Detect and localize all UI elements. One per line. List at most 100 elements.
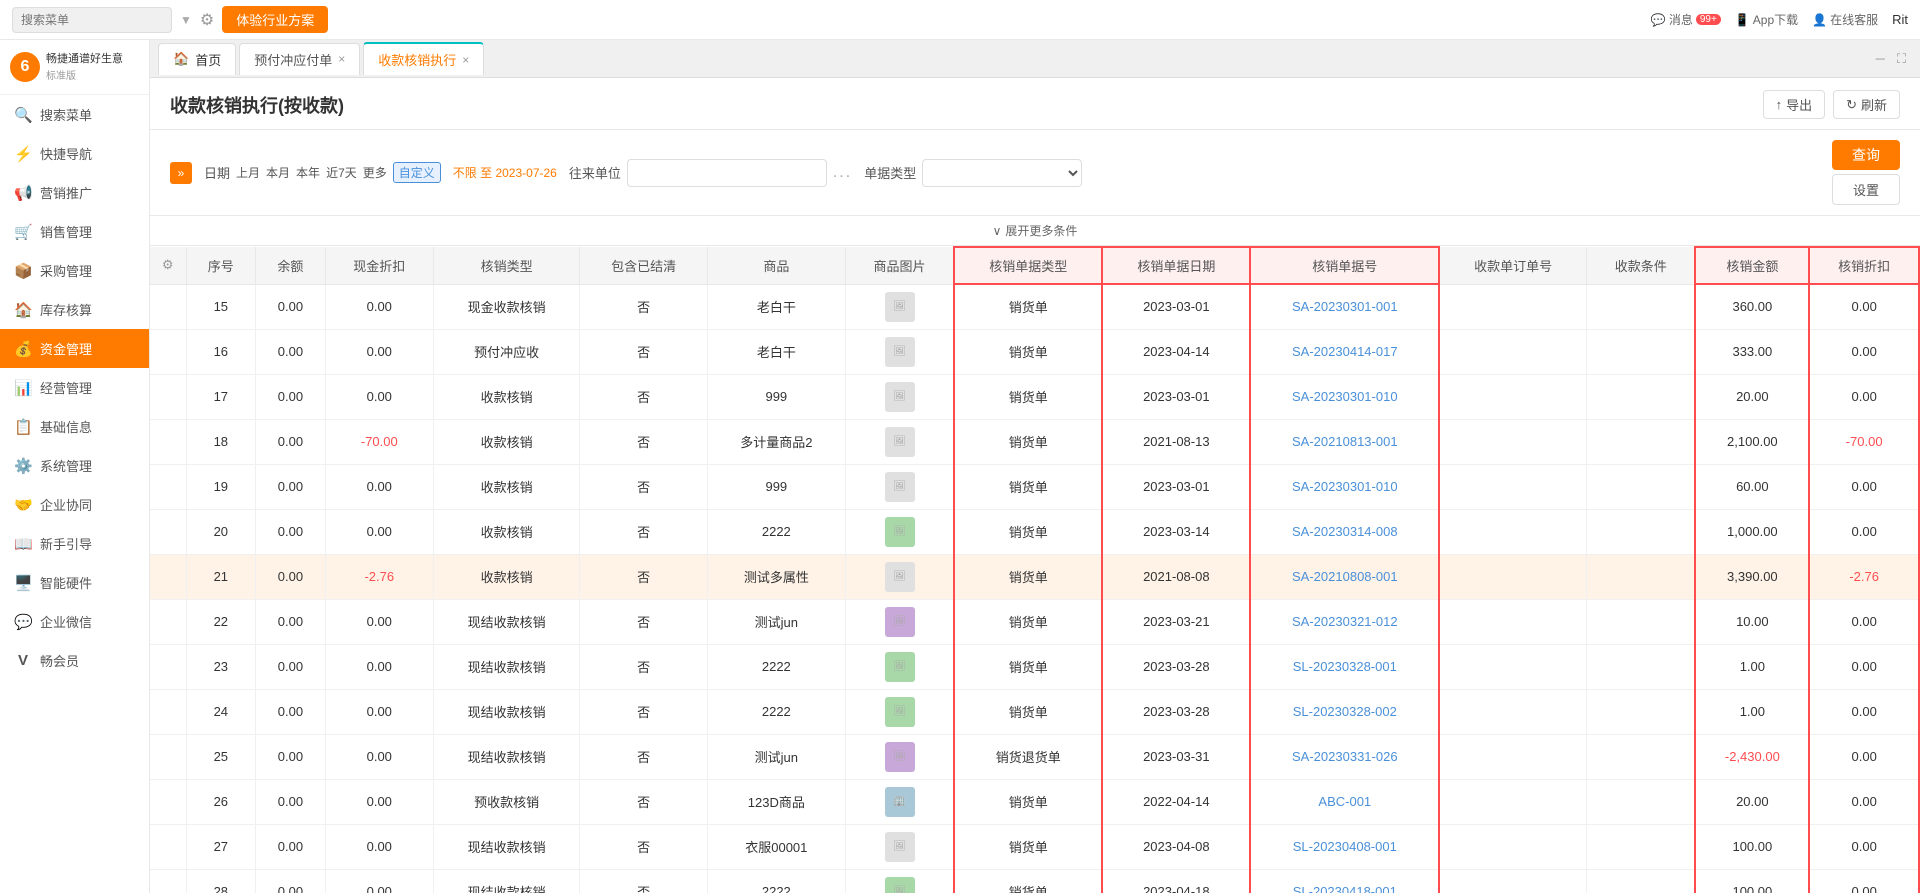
sidebar-item-wechat[interactable]: 💬 企业微信 xyxy=(0,602,149,641)
date-opt-more[interactable]: 更多 xyxy=(363,164,387,181)
sidebar-item-hardware[interactable]: 🖥️ 智能硬件 xyxy=(0,563,149,602)
export-btn[interactable]: ↑ 导出 xyxy=(1763,90,1826,119)
sidebar-item-search[interactable]: 🔍 搜索菜单 xyxy=(0,95,149,134)
bill-no-link[interactable]: SA-20230414-017 xyxy=(1292,344,1398,359)
bill-no-link[interactable]: SA-20210808-001 xyxy=(1292,569,1398,584)
bill-no-link[interactable]: ABC-001 xyxy=(1318,794,1371,809)
sidebar-item-inventory[interactable]: 🏠 库存核算 xyxy=(0,290,149,329)
tab-receipt-close[interactable]: × xyxy=(462,53,469,67)
sidebar-item-purchase[interactable]: 📦 采购管理 xyxy=(0,251,149,290)
main-layout: 6 畅捷通谱好生意 标准版 🔍 搜索菜单 ⚡ 快捷导航 📢 营销推广 🛒 销售管… xyxy=(0,40,1920,893)
cell-cancel-bill-no[interactable]: SL-20230408-001 xyxy=(1250,824,1439,869)
date-opt-7days[interactable]: 近7天 xyxy=(326,164,357,181)
product-image: 🖼 xyxy=(885,607,915,637)
table-container[interactable]: ⚙ 序号 余额 现金折扣 核销类型 包含已结清 商品 商品图片 核销单据类型 核… xyxy=(150,246,1920,893)
chevron-down-icon: ▼ xyxy=(180,13,192,27)
product-image: 🖼 xyxy=(885,517,915,547)
search-input[interactable] xyxy=(12,7,172,33)
cell-cancel-bill-no[interactable]: SA-20230414-017 xyxy=(1250,329,1439,374)
query-btn[interactable]: 查询 xyxy=(1832,140,1900,170)
expand-more-link[interactable]: ∨ 展开更多条件 xyxy=(993,222,1078,239)
message-btn[interactable]: 💬 消息 99+ xyxy=(1651,11,1721,28)
tab-home[interactable]: 🏠 首页 xyxy=(158,43,236,75)
bill-no-link[interactable]: SA-20230301-010 xyxy=(1292,479,1398,494)
window-minimize-icon[interactable]: ─ xyxy=(1870,51,1891,66)
sidebar-item-quick-nav[interactable]: ⚡ 快捷导航 xyxy=(0,134,149,173)
cell-cancel-bill-date: 2023-03-21 xyxy=(1102,599,1250,644)
cell-cancel-amount: -2,430.00 xyxy=(1695,734,1809,779)
sidebar-item-management[interactable]: 📊 经营管理 xyxy=(0,368,149,407)
tab-prepaid-close[interactable]: × xyxy=(338,52,345,66)
message-badge: 99+ xyxy=(1696,14,1721,25)
cell-cancel-bill-type: 销货单 xyxy=(954,599,1102,644)
cell-cancel-type: 现金收款核销 xyxy=(433,284,580,329)
cell-include-settled: 否 xyxy=(580,419,707,464)
cell-cancel-bill-no[interactable]: SL-20230418-001 xyxy=(1250,869,1439,893)
sidebar-item-member[interactable]: V 畅会员 xyxy=(0,641,149,680)
bill-no-link[interactable]: SA-20230321-012 xyxy=(1292,614,1398,629)
gear-icon[interactable]: ⚙ xyxy=(200,10,214,30)
cell-cancel-bill-date: 2023-04-08 xyxy=(1102,824,1250,869)
sidebar-item-collab[interactable]: 🤝 企业协同 xyxy=(0,485,149,524)
sidebar-item-label: 搜索菜单 xyxy=(40,105,92,124)
refresh-btn[interactable]: ↻ 刷新 xyxy=(1833,90,1900,119)
bill-no-link[interactable]: SA-20230331-026 xyxy=(1292,749,1398,764)
refresh-icon: ↻ xyxy=(1846,97,1857,113)
bill-no-link[interactable]: SL-20230328-002 xyxy=(1293,704,1397,719)
cell-cancel-type: 现结收款核销 xyxy=(433,734,580,779)
cell-cancel-bill-no[interactable]: SA-20230301-010 xyxy=(1250,464,1439,509)
table-row: 18 0.00 -70.00 收款核销 否 多计量商品2 🖼 销货单 2021-… xyxy=(150,419,1919,464)
cell-cancel-bill-no[interactable]: SL-20230328-001 xyxy=(1250,644,1439,689)
cell-discount: 0.00 xyxy=(325,689,433,734)
unit-dots-btn[interactable]: ... xyxy=(833,164,852,182)
page-title: 收款核销执行(按收款) xyxy=(170,92,344,118)
inventory-icon: 🏠 xyxy=(14,301,32,319)
sidebar-item-sales[interactable]: 🛒 销售管理 xyxy=(0,212,149,251)
cell-cancel-bill-no[interactable]: SA-20210813-001 xyxy=(1250,419,1439,464)
date-opt-last-month[interactable]: 上月 xyxy=(236,164,260,181)
bill-no-link[interactable]: SA-20230314-008 xyxy=(1292,524,1398,539)
window-maximize-icon[interactable]: ⛶ xyxy=(1891,51,1912,67)
product-image: 🖼 xyxy=(885,697,915,727)
sidebar-item-marketing[interactable]: 📢 营销推广 xyxy=(0,173,149,212)
service-btn[interactable]: 👤 在线客服 xyxy=(1812,11,1878,28)
tab-prepaid[interactable]: 预付冲应付单 × xyxy=(239,43,360,75)
cell-cancel-bill-no[interactable]: ABC-001 xyxy=(1250,779,1439,824)
bill-no-link[interactable]: SL-20230328-001 xyxy=(1293,659,1397,674)
tab-receipt-cancel[interactable]: 收款核销执行 × xyxy=(363,42,484,75)
industry-btn[interactable]: 体验行业方案 xyxy=(222,6,328,33)
cell-receipt-order-no xyxy=(1439,824,1586,869)
bill-no-link[interactable]: SL-20230418-001 xyxy=(1293,884,1397,893)
app-download-btn[interactable]: 📱 App下载 xyxy=(1735,11,1798,28)
sidebar-item-guide[interactable]: 📖 新手引导 xyxy=(0,524,149,563)
sidebar-item-basic-info[interactable]: 📋 基础信息 xyxy=(0,407,149,446)
filter-settings-btn[interactable]: 设置 xyxy=(1832,174,1900,205)
unit-input[interactable] xyxy=(627,159,827,187)
bill-no-link[interactable]: SL-20230408-001 xyxy=(1293,839,1397,854)
sidebar-item-finance[interactable]: 💰 资金管理 xyxy=(0,329,149,368)
bill-type-select[interactable] xyxy=(922,159,1082,187)
cell-cancel-bill-no[interactable]: SA-20230331-026 xyxy=(1250,734,1439,779)
cell-discount: 0.00 xyxy=(325,869,433,893)
cell-cancel-bill-no[interactable]: SA-20230314-008 xyxy=(1250,509,1439,554)
cell-cancel-bill-no[interactable]: SA-20210808-001 xyxy=(1250,554,1439,599)
cell-balance: 0.00 xyxy=(256,374,326,419)
cell-include-settled: 否 xyxy=(580,509,707,554)
finance-icon: 💰 xyxy=(14,340,32,358)
bill-no-link[interactable]: SA-20230301-010 xyxy=(1292,389,1398,404)
sidebar-item-system[interactable]: ⚙️ 系统管理 xyxy=(0,446,149,485)
date-opt-this-year[interactable]: 本年 xyxy=(296,164,320,181)
date-opt-custom[interactable]: 自定义 xyxy=(393,162,441,183)
cell-cancel-bill-no[interactable]: SA-20230301-001 xyxy=(1250,284,1439,329)
bill-no-link[interactable]: SA-20230301-001 xyxy=(1292,299,1398,314)
date-opt-this-month[interactable]: 本月 xyxy=(266,164,290,181)
expand-btn[interactable]: » xyxy=(170,162,192,184)
cell-cancel-bill-no[interactable]: SL-20230328-002 xyxy=(1250,689,1439,734)
cell-cancel-bill-no[interactable]: SA-20230301-010 xyxy=(1250,374,1439,419)
col-settings[interactable]: ⚙ xyxy=(150,247,186,284)
bill-no-link[interactable]: SA-20210813-001 xyxy=(1292,434,1398,449)
cell-product: 测试jun xyxy=(707,734,845,779)
cell-cancel-discount: 0.00 xyxy=(1809,824,1919,869)
cell-cancel-bill-no[interactable]: SA-20230321-012 xyxy=(1250,599,1439,644)
cell-cancel-discount: 0.00 xyxy=(1809,374,1919,419)
